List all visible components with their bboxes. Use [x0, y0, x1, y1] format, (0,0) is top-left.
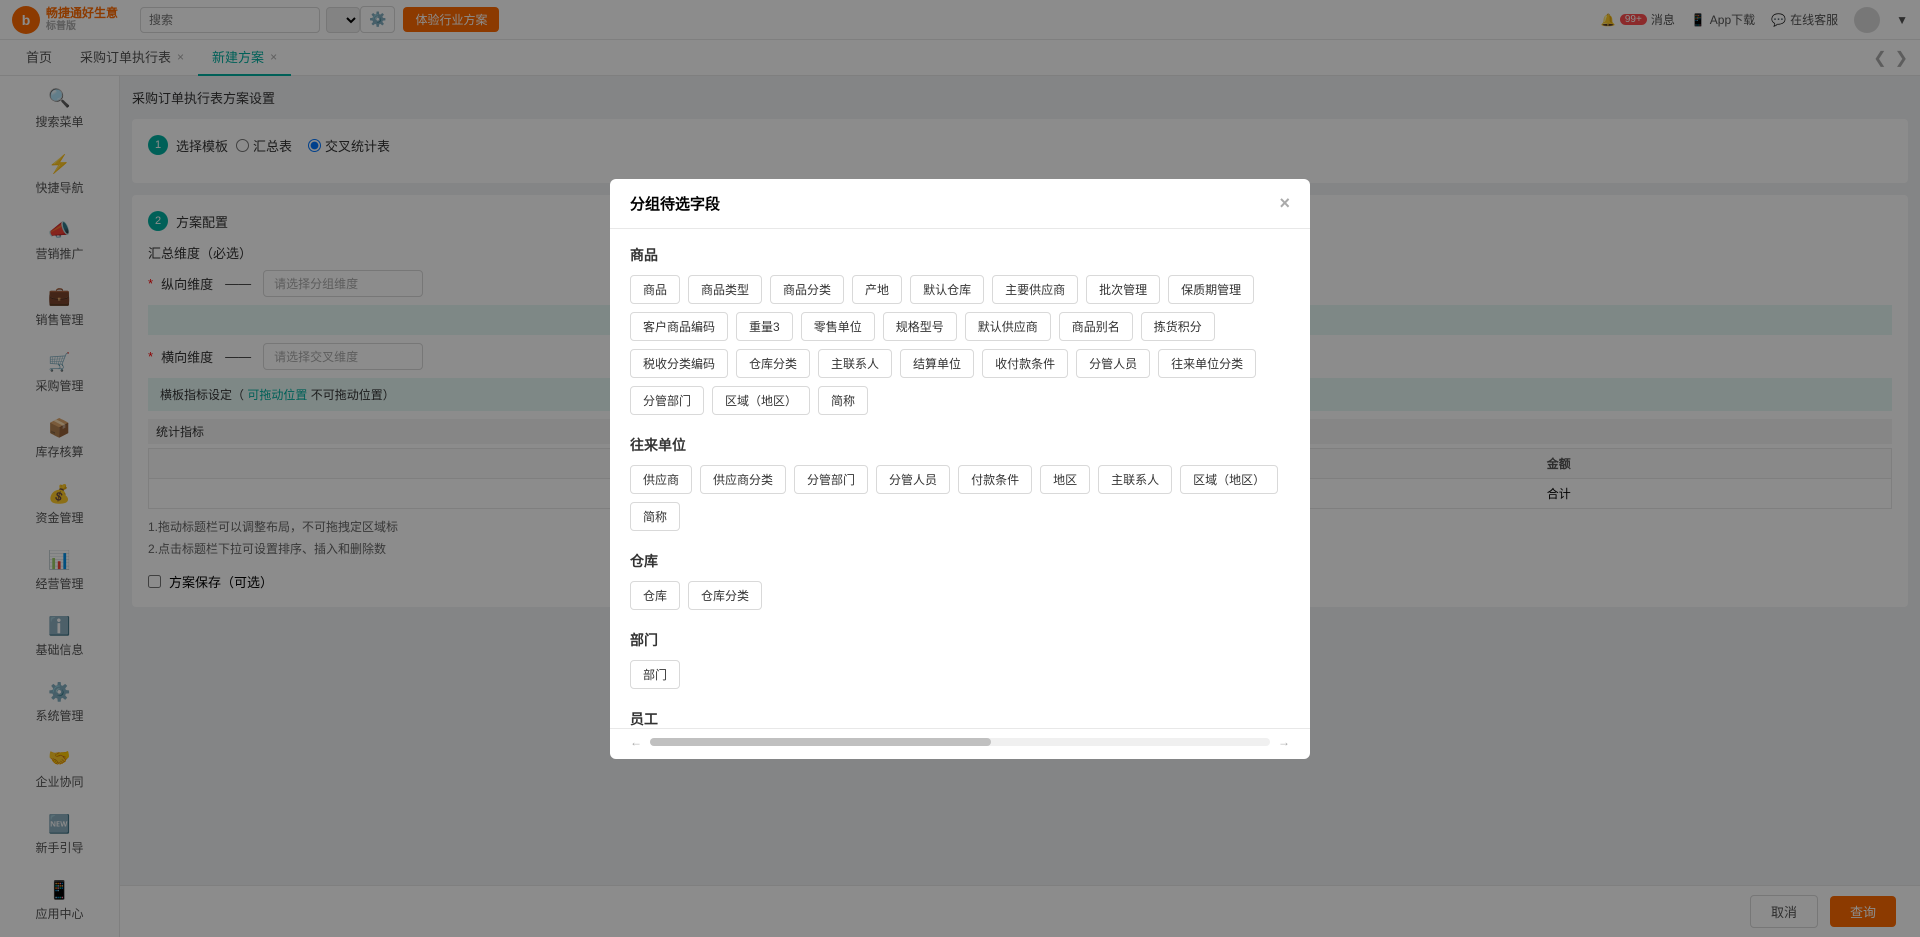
field-tag[interactable]: 产地 [852, 275, 902, 304]
modal: 分组待选字段 × 商品商品商品类型商品分类产地默认仓库主要供应商批次管理保质期管… [610, 179, 1310, 759]
field-tag[interactable]: 仓库分类 [736, 349, 810, 378]
field-tag[interactable]: 批次管理 [1086, 275, 1160, 304]
field-tag[interactable]: 区域（地区） [712, 386, 810, 415]
field-tag[interactable]: 部门 [630, 660, 680, 689]
modal-body[interactable]: 商品商品商品类型商品分类产地默认仓库主要供应商批次管理保质期管理客户商品编码重量… [610, 229, 1310, 728]
section-title-goods: 商品 [630, 245, 1290, 265]
field-tag[interactable]: 结算单位 [900, 349, 974, 378]
field-tag[interactable]: 规格型号 [883, 312, 957, 341]
section-department: 部门部门 [630, 630, 1290, 689]
field-tag[interactable]: 主联系人 [818, 349, 892, 378]
field-tag[interactable]: 保质期管理 [1168, 275, 1254, 304]
section-title-employee: 员工 [630, 709, 1290, 728]
field-tag[interactable]: 付款条件 [958, 465, 1032, 494]
section-title-warehouse: 仓库 [630, 551, 1290, 571]
modal-title: 分组待选字段 [630, 193, 720, 214]
scrollbar-thumb [650, 738, 991, 746]
field-tag[interactable]: 客户商品编码 [630, 312, 728, 341]
field-tag[interactable]: 简称 [630, 502, 680, 531]
section-employee: 员工业务员 [630, 709, 1290, 728]
modal-scroll-bar-row: ← → [610, 728, 1310, 759]
field-tag[interactable]: 税收分类编码 [630, 349, 728, 378]
field-tag[interactable]: 商品分类 [770, 275, 844, 304]
field-tags-warehouse: 仓库仓库分类 [630, 581, 1290, 610]
field-tag[interactable]: 分管人员 [1076, 349, 1150, 378]
field-tag[interactable]: 拣货积分 [1141, 312, 1215, 341]
field-tag[interactable]: 分管部门 [630, 386, 704, 415]
field-tag[interactable]: 重量3 [736, 312, 793, 341]
field-tag[interactable]: 商品别名 [1059, 312, 1133, 341]
field-tag[interactable]: 简称 [818, 386, 868, 415]
field-tags-partner: 供应商供应商分类分管部门分管人员付款条件地区主联系人区域（地区） 简称 [630, 465, 1290, 531]
section-warehouse: 仓库仓库仓库分类 [630, 551, 1290, 610]
field-tag[interactable]: 仓库 [630, 581, 680, 610]
field-tags-goods: 商品商品类型商品分类产地默认仓库主要供应商批次管理保质期管理客户商品编码重量3 零… [630, 275, 1290, 415]
modal-overlay[interactable]: 分组待选字段 × 商品商品商品类型商品分类产地默认仓库主要供应商批次管理保质期管… [0, 0, 1920, 937]
field-tag[interactable]: 区域（地区） [1180, 465, 1278, 494]
field-tag[interactable]: 默认仓库 [910, 275, 984, 304]
horizontal-scrollbar[interactable] [650, 738, 1270, 746]
field-tag[interactable]: 分管人员 [876, 465, 950, 494]
field-tag[interactable]: 供应商 [630, 465, 692, 494]
field-tag[interactable]: 零售单位 [801, 312, 875, 341]
field-tag[interactable]: 商品 [630, 275, 680, 304]
field-tag[interactable]: 地区 [1040, 465, 1090, 494]
field-tag[interactable]: 主要供应商 [992, 275, 1078, 304]
field-tag[interactable]: 默认供应商 [965, 312, 1051, 341]
field-tag[interactable]: 往来单位分类 [1158, 349, 1256, 378]
field-tag[interactable]: 仓库分类 [688, 581, 762, 610]
field-tag[interactable]: 商品类型 [688, 275, 762, 304]
field-tags-department: 部门 [630, 660, 1290, 689]
field-tag[interactable]: 供应商分类 [700, 465, 786, 494]
section-title-partner: 往来单位 [630, 435, 1290, 455]
field-tag[interactable]: 分管部门 [794, 465, 868, 494]
section-title-department: 部门 [630, 630, 1290, 650]
section-partner: 往来单位供应商供应商分类分管部门分管人员付款条件地区主联系人区域（地区） 简称 [630, 435, 1290, 531]
field-tag[interactable]: 主联系人 [1098, 465, 1172, 494]
section-goods: 商品商品商品类型商品分类产地默认仓库主要供应商批次管理保质期管理客户商品编码重量… [630, 245, 1290, 415]
modal-close-button[interactable]: × [1279, 193, 1290, 214]
field-tag[interactable]: 收付款条件 [982, 349, 1068, 378]
modal-header: 分组待选字段 × [610, 179, 1310, 229]
